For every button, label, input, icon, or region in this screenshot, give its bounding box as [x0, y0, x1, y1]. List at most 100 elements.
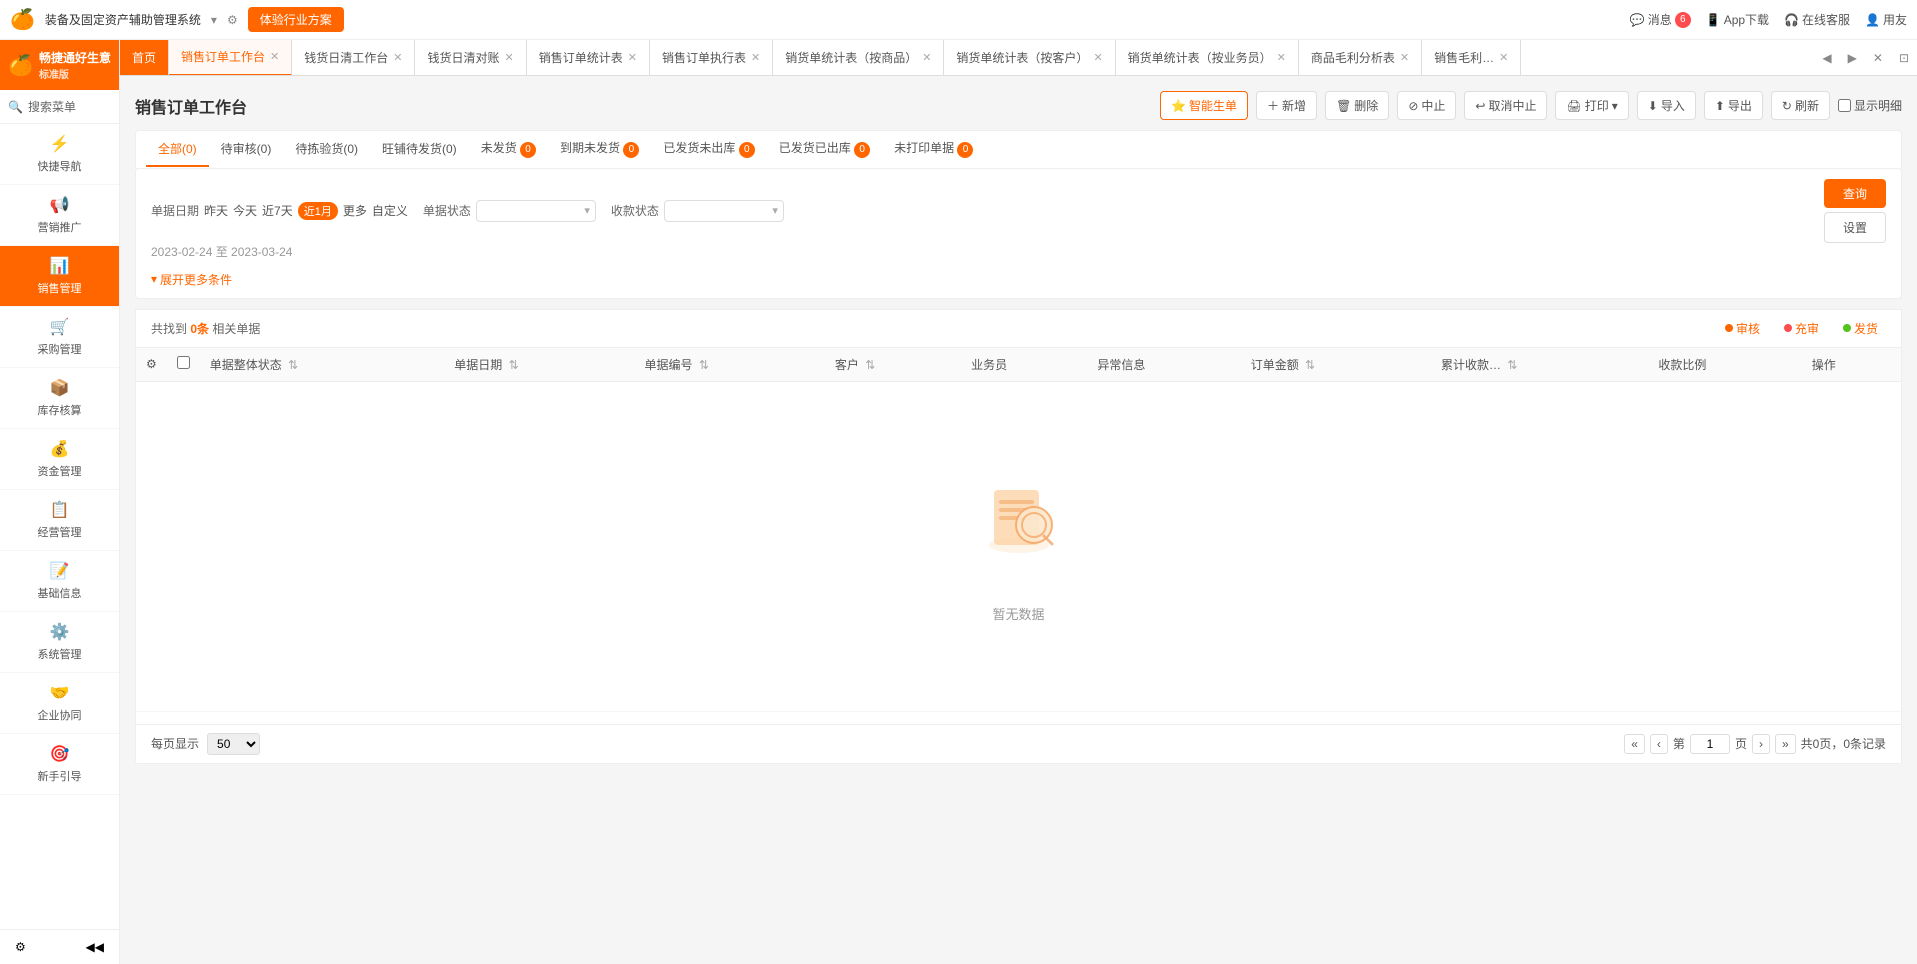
sub-tab-overdue[interactable]: 到期未发货 0 [548, 131, 651, 168]
sidebar-item-basic-info[interactable]: 📝 基础信息 [0, 551, 119, 612]
col-date-sort[interactable]: ⇅ [509, 358, 519, 372]
tab-sales-more-close[interactable]: ✕ [1499, 51, 1508, 64]
sidebar-item-quick-nav[interactable]: ⚡ 快捷导航 [0, 124, 119, 185]
col-collected-sort[interactable]: ⇅ [1507, 358, 1517, 372]
sub-tab-all[interactable]: 全部(0) [146, 132, 209, 167]
query-btn[interactable]: 查询 [1824, 179, 1886, 208]
online-service-btn[interactable]: 🎧 在线客服 [1784, 11, 1850, 28]
sidebar-item-operations[interactable]: 📋 经营管理 [0, 490, 119, 551]
tab-close-all[interactable]: ✕ [1865, 47, 1891, 69]
review-btn[interactable]: 审核 [1717, 318, 1768, 339]
filter-custom[interactable]: 自定义 [372, 202, 408, 220]
next-page-btn[interactable]: › [1752, 734, 1770, 754]
filter-today[interactable]: 今天 [233, 202, 257, 220]
col-number-sort[interactable]: ⇅ [699, 358, 709, 372]
sub-tab-pending-review[interactable]: 待审核(0) [209, 132, 284, 167]
sub-tab-not-shipped[interactable]: 未发货 0 [469, 131, 548, 168]
sub-tab-not-printed[interactable]: 未打印单据 0 [882, 131, 985, 168]
print-btn[interactable]: 🖨 打印 ▾ [1555, 91, 1628, 120]
tab-goods-stat-customer[interactable]: 销货单统计表（按客户） ✕ [944, 40, 1115, 76]
tab-scroll-right[interactable]: ▶ [1840, 47, 1865, 69]
stop-btn[interactable]: ⊘ 中止 [1397, 91, 1456, 120]
sub-tab-wangpu[interactable]: 旺铺待发货(0) [370, 132, 469, 167]
col-status-sort[interactable]: ⇅ [288, 358, 298, 372]
tab-sales-more[interactable]: 销售毛利… ✕ [1422, 40, 1521, 76]
smart-btn[interactable]: ⭐ 智能生单 [1160, 91, 1248, 120]
tab-goods-margin-close[interactable]: ✕ [1400, 51, 1409, 64]
refresh-btn[interactable]: ↻ 刷新 [1771, 91, 1830, 120]
filter-1month[interactable]: 近1月 [298, 202, 338, 220]
tab-goods-stat-staff-close[interactable]: ✕ [1277, 51, 1286, 64]
tab-cash-reconcile[interactable]: 钱货日清对账 ✕ [415, 40, 526, 76]
sidebar-collapse-icon[interactable]: ◀◀ [86, 940, 104, 954]
col-customer-header[interactable]: 客户 ⇅ [825, 348, 961, 382]
msg-btn[interactable]: 💬 消息 6 [1630, 11, 1691, 28]
tab-cash-daily[interactable]: 钱货日清工作台 ✕ [292, 40, 415, 76]
first-page-btn[interactable]: « [1624, 734, 1645, 754]
filter-7days[interactable]: 近7天 [262, 202, 293, 220]
page-input[interactable] [1690, 734, 1730, 754]
tab-sales-workbench[interactable]: 销售订单工作台 ✕ [169, 40, 292, 76]
prev-page-btn[interactable]: ‹ [1650, 734, 1668, 754]
sub-tab-pending-inspect[interactable]: 待拣验货(0) [283, 132, 370, 167]
col-settings-icon[interactable]: ⚙ [146, 357, 157, 371]
filter-status-select[interactable] [476, 200, 596, 222]
col-collected-header[interactable]: 累计收款… ⇅ [1431, 348, 1648, 382]
sidebar-item-marketing[interactable]: 📢 营销推广 [0, 185, 119, 246]
col-amount-sort[interactable]: ⇅ [1305, 358, 1315, 372]
tab-sales-exec[interactable]: 销售订单执行表 ✕ [650, 40, 773, 76]
tab-sales-exec-close[interactable]: ✕ [751, 51, 760, 64]
sidebar-settings-icon[interactable]: ⚙ [15, 940, 26, 954]
col-amount-header[interactable]: 订单金额 ⇅ [1241, 348, 1431, 382]
unreviewed-btn[interactable]: 充审 [1776, 318, 1827, 339]
settings-gear-icon[interactable]: ⚙ [227, 13, 238, 27]
export-btn[interactable]: ⬆ 导出 [1704, 91, 1763, 120]
filter-settings-btn[interactable]: 设置 [1824, 212, 1886, 243]
tab-cash-reconcile-close[interactable]: ✕ [505, 51, 514, 64]
import-btn[interactable]: ⬇ 导入 [1637, 91, 1696, 120]
tab-home[interactable]: 首页 [120, 40, 169, 76]
tab-goods-stat-staff[interactable]: 销货单统计表（按业务员） ✕ [1116, 40, 1299, 76]
show-detail-toggle[interactable]: 显示明细 [1838, 97, 1902, 114]
tab-sales-workbench-close[interactable]: ✕ [270, 50, 279, 63]
last-page-btn[interactable]: » [1775, 734, 1796, 754]
app-download-btn[interactable]: 📱 App下载 [1706, 11, 1769, 28]
tab-goods-margin[interactable]: 商品毛利分析表 ✕ [1299, 40, 1422, 76]
sidebar-item-enterprise[interactable]: 🤝 企业协同 [0, 673, 119, 734]
col-number-header[interactable]: 单据编号 ⇅ [635, 348, 825, 382]
sidebar-item-system[interactable]: ⚙️ 系统管理 [0, 612, 119, 673]
filter-yesterday[interactable]: 昨天 [204, 202, 228, 220]
select-all-checkbox[interactable] [177, 356, 190, 369]
add-btn[interactable]: ＋ 新增 [1256, 91, 1317, 120]
system-dropdown-icon[interactable]: ▾ [211, 13, 217, 27]
filter-more[interactable]: 更多 [343, 202, 367, 220]
industry-btn[interactable]: 体验行业方案 [248, 7, 344, 32]
sidebar-item-finance[interactable]: 💰 资金管理 [0, 429, 119, 490]
tab-goods-stat-product[interactable]: 销货单统计表（按商品） ✕ [773, 40, 944, 76]
tab-goods-stat-customer-close[interactable]: ✕ [1093, 51, 1102, 64]
cancel-stop-btn[interactable]: ↩ 取消中止 [1464, 91, 1547, 120]
show-detail-checkbox[interactable] [1838, 99, 1851, 112]
sub-tab-shipped-out[interactable]: 已发货已出库 0 [767, 131, 882, 168]
tab-sales-stat[interactable]: 销售订单统计表 ✕ [527, 40, 650, 76]
col-customer-sort[interactable]: ⇅ [865, 358, 875, 372]
col-date-header[interactable]: 单据日期 ⇅ [444, 348, 634, 382]
sidebar-item-sales[interactable]: 📊 销售管理 [0, 246, 119, 307]
sidebar-item-guide[interactable]: 🎯 新手引导 [0, 734, 119, 795]
sidebar-item-purchase[interactable]: 🛒 采购管理 [0, 307, 119, 368]
tab-scroll-left[interactable]: ◀ [1814, 47, 1839, 69]
filter-payment-select[interactable] [664, 200, 784, 222]
sidebar-search[interactable]: 🔍 搜索菜单 [0, 90, 119, 124]
delete-btn[interactable]: 🗑 删除 [1325, 91, 1389, 120]
tab-sales-stat-close[interactable]: ✕ [628, 51, 637, 64]
sidebar-item-inventory[interactable]: 📦 库存核算 [0, 368, 119, 429]
expand-btn[interactable]: ▾ 展开更多条件 [151, 271, 232, 288]
tab-cash-daily-close[interactable]: ✕ [393, 51, 402, 64]
tab-maximize[interactable]: ⊡ [1891, 47, 1917, 69]
horizontal-scrollbar[interactable] [151, 712, 1886, 722]
col-status-header[interactable]: 单据整体状态 ⇅ [200, 348, 444, 382]
sub-tab-shipped-not-out[interactable]: 已发货未出库 0 [651, 131, 766, 168]
tab-goods-stat-product-close[interactable]: ✕ [922, 51, 931, 64]
ship-btn[interactable]: 发货 [1835, 318, 1886, 339]
user-menu[interactable]: 👤 用友 [1865, 11, 1907, 28]
